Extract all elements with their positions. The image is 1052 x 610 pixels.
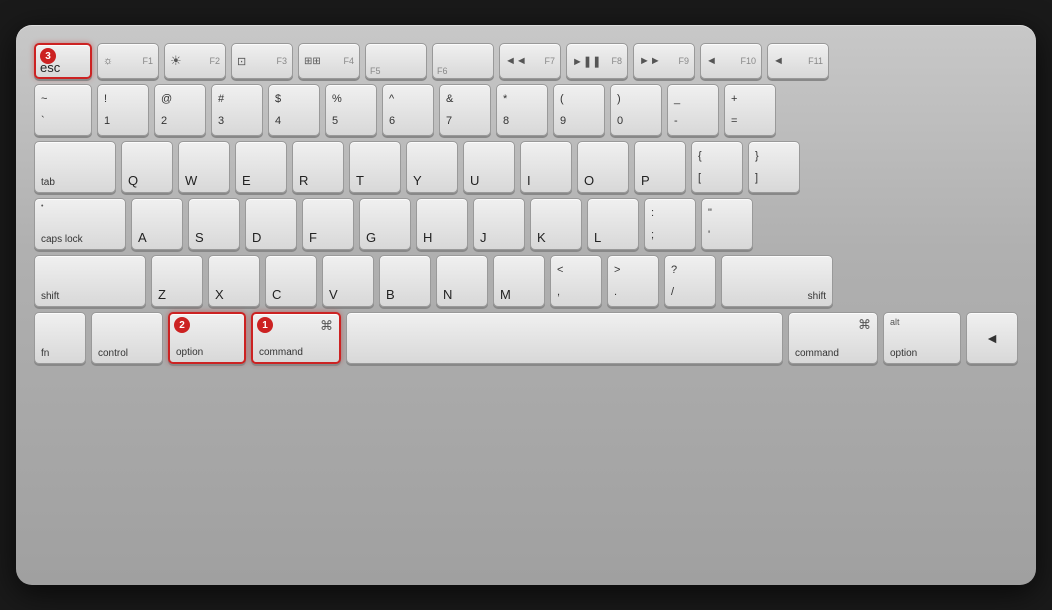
w-key[interactable]: W bbox=[178, 141, 230, 193]
f11-key[interactable]: ◄ F11 bbox=[767, 43, 829, 79]
4-key[interactable]: $4 bbox=[268, 84, 320, 136]
a-key[interactable]: A bbox=[131, 198, 183, 250]
minus-key[interactable]: _- bbox=[667, 84, 719, 136]
f5-key[interactable]: F5 bbox=[365, 43, 427, 79]
f6-key[interactable]: F6 bbox=[432, 43, 494, 79]
z-key[interactable]: Z bbox=[151, 255, 203, 307]
grave-key[interactable]: ~` bbox=[34, 84, 92, 136]
2-key[interactable]: @2 bbox=[154, 84, 206, 136]
option-left-key[interactable]: 2 alt option bbox=[168, 312, 246, 364]
8-key[interactable]: *8 bbox=[496, 84, 548, 136]
f8-key[interactable]: ►❚❚ F8 bbox=[566, 43, 628, 79]
number-row: ~` !1 @2 #3 $4 %5 ^6 &7 *8 (9 )0 bbox=[34, 84, 1018, 136]
f-key[interactable]: F bbox=[302, 198, 354, 250]
command-left-key[interactable]: 1 ⌘ command bbox=[251, 312, 341, 364]
tab-key[interactable]: tab bbox=[34, 141, 116, 193]
d-key[interactable]: D bbox=[245, 198, 297, 250]
badge-3: 3 bbox=[40, 48, 56, 64]
function-key-row: 3 esc ☼ F1 ☀ F2 ⊡ F3 ⊞⊞ F4 F5 F6 ◄◄ F7 bbox=[34, 43, 1018, 79]
command-right-key[interactable]: ⌘ command bbox=[788, 312, 878, 364]
v-key[interactable]: V bbox=[322, 255, 374, 307]
f4-key[interactable]: ⊞⊞ F4 bbox=[298, 43, 360, 79]
equals-key[interactable]: += bbox=[724, 84, 776, 136]
fn-key[interactable]: fn bbox=[34, 312, 86, 364]
p-key[interactable]: P bbox=[634, 141, 686, 193]
k-key[interactable]: K bbox=[530, 198, 582, 250]
b-key[interactable]: B bbox=[379, 255, 431, 307]
shift-right-key[interactable]: shift bbox=[721, 255, 833, 307]
f7-key[interactable]: ◄◄ F7 bbox=[499, 43, 561, 79]
n-key[interactable]: N bbox=[436, 255, 488, 307]
f3-key[interactable]: ⊡ F3 bbox=[231, 43, 293, 79]
f10-key[interactable]: ◄ F10 bbox=[700, 43, 762, 79]
quote-key[interactable]: "' bbox=[701, 198, 753, 250]
y-key[interactable]: Y bbox=[406, 141, 458, 193]
period-key[interactable]: >. bbox=[607, 255, 659, 307]
zxcv-row: shift Z X C V B N M <, >. ?/ shift bbox=[34, 255, 1018, 307]
7-key[interactable]: &7 bbox=[439, 84, 491, 136]
e-key[interactable]: E bbox=[235, 141, 287, 193]
slash-key[interactable]: ?/ bbox=[664, 255, 716, 307]
u-key[interactable]: U bbox=[463, 141, 515, 193]
caps-lock-key[interactable]: • caps lock bbox=[34, 198, 126, 250]
3-key[interactable]: #3 bbox=[211, 84, 263, 136]
t-key[interactable]: T bbox=[349, 141, 401, 193]
j-key[interactable]: J bbox=[473, 198, 525, 250]
f2-key[interactable]: ☀ F2 bbox=[164, 43, 226, 79]
f9-key[interactable]: ►► F9 bbox=[633, 43, 695, 79]
control-key[interactable]: control bbox=[91, 312, 163, 364]
badge-2: 2 bbox=[174, 317, 190, 333]
m-key[interactable]: M bbox=[493, 255, 545, 307]
g-key[interactable]: G bbox=[359, 198, 411, 250]
h-key[interactable]: H bbox=[416, 198, 468, 250]
modifier-row: fn control 2 alt option 1 ⌘ command ⌘ co… bbox=[34, 312, 1018, 364]
s-key[interactable]: S bbox=[188, 198, 240, 250]
badge-1: 1 bbox=[257, 317, 273, 333]
0-key[interactable]: )0 bbox=[610, 84, 662, 136]
6-key[interactable]: ^6 bbox=[382, 84, 434, 136]
option-right-key[interactable]: alt option bbox=[883, 312, 961, 364]
keyboard: 3 esc ☼ F1 ☀ F2 ⊡ F3 ⊞⊞ F4 F5 F6 ◄◄ F7 bbox=[16, 25, 1036, 585]
shift-left-key[interactable]: shift bbox=[34, 255, 146, 307]
f1-key[interactable]: ☼ F1 bbox=[97, 43, 159, 79]
x-key[interactable]: X bbox=[208, 255, 260, 307]
r-key[interactable]: R bbox=[292, 141, 344, 193]
o-key[interactable]: O bbox=[577, 141, 629, 193]
qwerty-row: tab Q W E R T Y U I O P {[ }] bbox=[34, 141, 1018, 193]
spacebar-key[interactable] bbox=[346, 312, 783, 364]
bracket-right-key[interactable]: }] bbox=[748, 141, 800, 193]
bracket-left-key[interactable]: {[ bbox=[691, 141, 743, 193]
5-key[interactable]: %5 bbox=[325, 84, 377, 136]
1-key[interactable]: !1 bbox=[97, 84, 149, 136]
q-key[interactable]: Q bbox=[121, 141, 173, 193]
asdf-row: • caps lock A S D F G H J K L :; "' bbox=[34, 198, 1018, 250]
semicolon-key[interactable]: :; bbox=[644, 198, 696, 250]
arrow-left-key[interactable]: ◄ bbox=[966, 312, 1018, 364]
comma-key[interactable]: <, bbox=[550, 255, 602, 307]
i-key[interactable]: I bbox=[520, 141, 572, 193]
l-key[interactable]: L bbox=[587, 198, 639, 250]
9-key[interactable]: (9 bbox=[553, 84, 605, 136]
esc-key[interactable]: 3 esc bbox=[34, 43, 92, 79]
c-key[interactable]: C bbox=[265, 255, 317, 307]
